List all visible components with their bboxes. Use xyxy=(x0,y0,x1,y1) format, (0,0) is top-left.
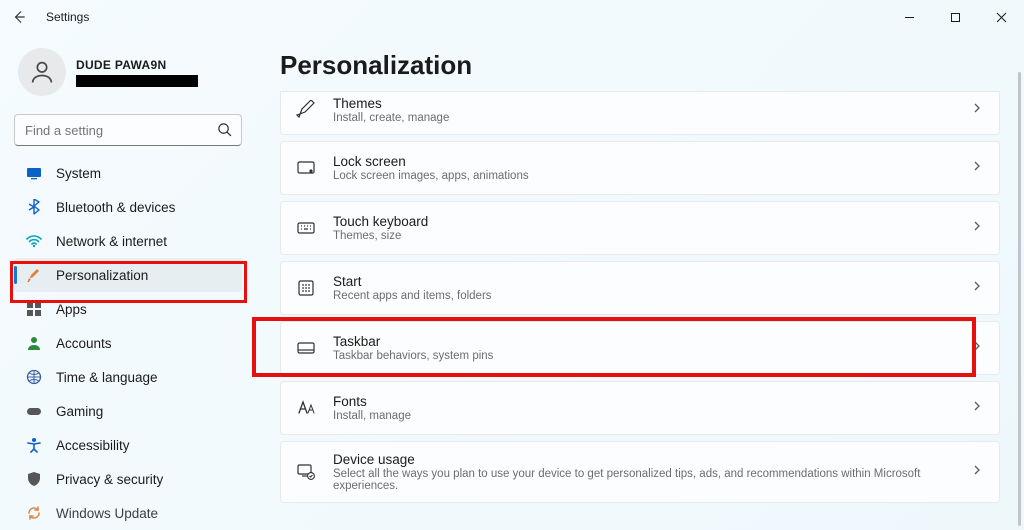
chevron-right-icon xyxy=(971,399,983,417)
update-icon xyxy=(26,505,42,521)
minimize-button[interactable] xyxy=(886,2,932,32)
chevron-right-icon xyxy=(971,101,983,119)
nav-item-network[interactable]: Network & internet xyxy=(14,224,242,258)
search-icon xyxy=(217,122,232,142)
lock-screen-icon xyxy=(295,157,317,179)
titlebar: Settings xyxy=(0,0,1024,34)
nav-label: Personalization xyxy=(56,268,148,283)
card-title: Touch keyboard xyxy=(333,214,955,229)
nav-label: Privacy & security xyxy=(56,472,163,487)
card-start[interactable]: Start Recent apps and items, folders xyxy=(280,261,1000,315)
main-content: Personalization Themes Install, create, … xyxy=(252,34,1024,530)
nav-item-accounts[interactable]: Accounts xyxy=(14,326,242,360)
shield-icon xyxy=(26,471,42,487)
user-email-redacted xyxy=(76,75,198,87)
themes-icon xyxy=(295,99,317,121)
avatar xyxy=(18,48,66,96)
nav-item-time-language[interactable]: Time & language xyxy=(14,360,242,394)
nav-label: Gaming xyxy=(56,404,103,419)
card-taskbar[interactable]: Taskbar Taskbar behaviors, system pins xyxy=(280,321,1000,375)
chevron-right-icon xyxy=(971,463,983,481)
card-themes[interactable]: Themes Install, create, manage xyxy=(280,91,1000,135)
globe-icon xyxy=(26,369,42,385)
nav-label: Windows Update xyxy=(56,506,158,521)
page-title: Personalization xyxy=(280,50,1006,81)
back-button[interactable] xyxy=(10,8,28,26)
card-subtitle: Install, manage xyxy=(333,410,955,422)
close-button[interactable] xyxy=(978,2,1024,32)
card-device-usage[interactable]: Device usage Select all the ways you pla… xyxy=(280,441,1000,503)
wifi-icon xyxy=(26,233,42,249)
nav-item-apps[interactable]: Apps xyxy=(14,292,242,326)
gamepad-icon xyxy=(26,403,42,419)
user-name: DUDE PAWA9N xyxy=(76,58,198,72)
card-title: Lock screen xyxy=(333,154,955,169)
bluetooth-icon xyxy=(26,199,42,215)
card-title: Themes xyxy=(333,96,955,111)
card-title: Device usage xyxy=(333,452,955,467)
nav-label: Accessibility xyxy=(56,438,130,453)
chevron-right-icon xyxy=(971,339,983,357)
card-title: Taskbar xyxy=(333,334,955,349)
nav-item-personalization[interactable]: Personalization xyxy=(14,258,242,292)
card-subtitle: Install, create, manage xyxy=(333,112,955,124)
card-subtitle: Themes, size xyxy=(333,230,955,242)
nav-label: Time & language xyxy=(56,370,158,385)
device-usage-icon xyxy=(295,461,317,483)
card-subtitle: Lock screen images, apps, animations xyxy=(333,170,955,182)
nav-list: System Bluetooth & devices Network & int… xyxy=(14,156,242,530)
scrollbar[interactable] xyxy=(1018,72,1021,526)
chevron-right-icon xyxy=(971,279,983,297)
nav-item-gaming[interactable]: Gaming xyxy=(14,394,242,428)
nav-item-system[interactable]: System xyxy=(14,156,242,190)
nav-item-bluetooth[interactable]: Bluetooth & devices xyxy=(14,190,242,224)
person-icon xyxy=(26,335,42,351)
card-subtitle: Select all the ways you plan to use your… xyxy=(333,468,955,492)
nav-item-privacy[interactable]: Privacy & security xyxy=(14,462,242,496)
keyboard-icon xyxy=(295,217,317,239)
fonts-icon xyxy=(295,397,317,419)
nav-label: Accounts xyxy=(56,336,112,351)
card-title: Start xyxy=(333,274,955,289)
card-title: Fonts xyxy=(333,394,955,409)
maximize-button[interactable] xyxy=(932,2,978,32)
card-subtitle: Recent apps and items, folders xyxy=(333,290,955,302)
taskbar-icon xyxy=(295,337,317,359)
card-subtitle: Taskbar behaviors, system pins xyxy=(333,350,955,362)
nav-item-windows-update[interactable]: Windows Update xyxy=(14,496,242,530)
nav-label: System xyxy=(56,166,101,181)
nav-label: Network & internet xyxy=(56,234,167,249)
chevron-right-icon xyxy=(971,219,983,237)
card-lock-screen[interactable]: Lock screen Lock screen images, apps, an… xyxy=(280,141,1000,195)
card-fonts[interactable]: Fonts Install, manage xyxy=(280,381,1000,435)
search-input[interactable] xyxy=(14,114,242,146)
apps-icon xyxy=(26,301,42,317)
nav-label: Apps xyxy=(56,302,87,317)
app-title: Settings xyxy=(46,10,89,24)
card-touch-keyboard[interactable]: Touch keyboard Themes, size xyxy=(280,201,1000,255)
user-account-row[interactable]: DUDE PAWA9N xyxy=(14,48,242,96)
start-icon xyxy=(295,277,317,299)
accessibility-icon xyxy=(26,437,42,453)
brush-icon xyxy=(26,267,42,283)
chevron-right-icon xyxy=(971,159,983,177)
nav-label: Bluetooth & devices xyxy=(56,200,175,215)
sidebar: DUDE PAWA9N System Bluetooth & devices N… xyxy=(0,34,252,530)
system-icon xyxy=(26,165,42,181)
nav-item-accessibility[interactable]: Accessibility xyxy=(14,428,242,462)
